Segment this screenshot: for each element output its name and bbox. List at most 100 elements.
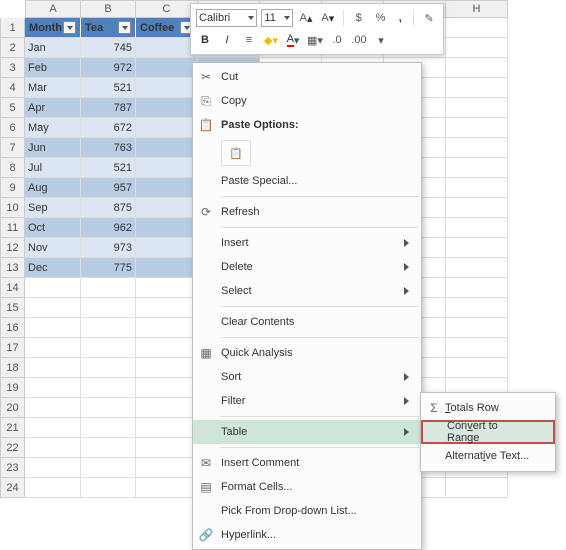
cell[interactable] bbox=[25, 298, 81, 318]
cell[interactable] bbox=[446, 278, 508, 298]
value-cell[interactable] bbox=[136, 218, 198, 238]
menu-delete[interactable]: Delete bbox=[193, 255, 421, 279]
row-header[interactable]: 22 bbox=[0, 438, 25, 458]
cell[interactable] bbox=[136, 278, 198, 298]
menu-format-cells[interactable]: ▤Format Cells... bbox=[193, 475, 421, 499]
decrease-font-icon[interactable]: A▾ bbox=[319, 9, 337, 27]
cell[interactable] bbox=[81, 398, 136, 418]
month-cell[interactable]: Jun bbox=[25, 138, 81, 158]
row-header[interactable]: 21 bbox=[0, 418, 25, 438]
paste-button[interactable]: 📋 bbox=[221, 140, 251, 166]
row-header[interactable]: 2 bbox=[0, 38, 25, 58]
cell[interactable] bbox=[136, 418, 198, 438]
cell[interactable] bbox=[25, 458, 81, 478]
font-select[interactable]: Calibri bbox=[196, 9, 257, 27]
bold-icon[interactable]: B bbox=[196, 31, 214, 49]
cell[interactable] bbox=[446, 118, 508, 138]
font-color-icon[interactable]: A▾ bbox=[284, 31, 302, 49]
font-size-select[interactable]: 11 bbox=[261, 9, 293, 27]
menu-quick-analysis[interactable]: ▦Quick Analysis bbox=[193, 341, 421, 365]
month-cell[interactable]: May bbox=[25, 118, 81, 138]
cell[interactable] bbox=[81, 378, 136, 398]
month-cell[interactable]: Aug bbox=[25, 178, 81, 198]
col-header[interactable]: C bbox=[136, 0, 198, 18]
value-cell[interactable] bbox=[136, 98, 198, 118]
cell[interactable] bbox=[81, 418, 136, 438]
cell[interactable] bbox=[446, 338, 508, 358]
cell[interactable] bbox=[446, 38, 508, 58]
cell[interactable] bbox=[25, 338, 81, 358]
month-cell[interactable]: Oct bbox=[25, 218, 81, 238]
value-cell[interactable]: 745 bbox=[81, 38, 136, 58]
menu-select[interactable]: Select bbox=[193, 279, 421, 303]
decimal-dec-icon[interactable]: .00 bbox=[350, 31, 368, 49]
row-header[interactable]: 7 bbox=[0, 138, 25, 158]
filter-dropdown-icon[interactable] bbox=[118, 21, 131, 34]
cell[interactable] bbox=[25, 378, 81, 398]
cell[interactable] bbox=[446, 218, 508, 238]
submenu-alt-text[interactable]: Alternative Text... bbox=[421, 444, 555, 468]
table-header[interactable]: Tea bbox=[81, 18, 136, 38]
menu-table[interactable]: Table bbox=[193, 420, 421, 444]
comma-icon[interactable]: , bbox=[393, 9, 407, 27]
cell[interactable] bbox=[446, 178, 508, 198]
cell[interactable] bbox=[136, 298, 198, 318]
cell[interactable] bbox=[81, 438, 136, 458]
value-cell[interactable]: 875 bbox=[81, 198, 136, 218]
menu-paste-special[interactable]: Paste Special... bbox=[193, 169, 421, 193]
merge-icon[interactable]: ▾ bbox=[372, 31, 390, 49]
cell[interactable] bbox=[136, 378, 198, 398]
cell[interactable] bbox=[81, 318, 136, 338]
value-cell[interactable] bbox=[136, 238, 198, 258]
col-header[interactable]: A bbox=[25, 0, 81, 18]
cell[interactable] bbox=[136, 318, 198, 338]
cell[interactable] bbox=[446, 58, 508, 78]
month-cell[interactable]: Dec bbox=[25, 258, 81, 278]
row-header[interactable]: 20 bbox=[0, 398, 25, 418]
row-header[interactable]: 12 bbox=[0, 238, 25, 258]
row-header[interactable]: 17 bbox=[0, 338, 25, 358]
menu-filter[interactable]: Filter bbox=[193, 389, 421, 413]
cell[interactable] bbox=[81, 358, 136, 378]
row-header[interactable]: 14 bbox=[0, 278, 25, 298]
row-header[interactable]: 4 bbox=[0, 78, 25, 98]
value-cell[interactable] bbox=[136, 158, 198, 178]
row-header[interactable]: 16 bbox=[0, 318, 25, 338]
row-header[interactable]: 3 bbox=[0, 58, 25, 78]
month-cell[interactable]: Feb bbox=[25, 58, 81, 78]
cell[interactable] bbox=[446, 98, 508, 118]
cell[interactable] bbox=[446, 478, 508, 498]
cell[interactable] bbox=[136, 438, 198, 458]
cell[interactable] bbox=[446, 78, 508, 98]
row-header[interactable]: 24 bbox=[0, 478, 25, 498]
format-painter-icon[interactable]: ✎ bbox=[420, 9, 438, 27]
menu-cut[interactable]: ✂Cut bbox=[193, 65, 421, 89]
value-cell[interactable] bbox=[136, 58, 198, 78]
value-cell[interactable] bbox=[136, 198, 198, 218]
col-header[interactable]: B bbox=[81, 0, 136, 18]
cell[interactable] bbox=[25, 478, 81, 498]
cell[interactable] bbox=[25, 278, 81, 298]
month-cell[interactable]: Jan bbox=[25, 38, 81, 58]
increase-font-icon[interactable]: A▴ bbox=[297, 9, 315, 27]
cell[interactable] bbox=[446, 298, 508, 318]
menu-insert-comment[interactable]: ✉Insert Comment bbox=[193, 451, 421, 475]
submenu-convert-to-range[interactable]: Convert to Range bbox=[421, 420, 555, 444]
row-header[interactable]: 10 bbox=[0, 198, 25, 218]
cell[interactable] bbox=[25, 318, 81, 338]
cell[interactable] bbox=[446, 158, 508, 178]
cell[interactable] bbox=[136, 358, 198, 378]
month-cell[interactable]: Apr bbox=[25, 98, 81, 118]
percent-icon[interactable]: % bbox=[372, 9, 390, 27]
value-cell[interactable] bbox=[136, 258, 198, 278]
cell[interactable] bbox=[446, 138, 508, 158]
value-cell[interactable]: 957 bbox=[81, 178, 136, 198]
value-cell[interactable]: 521 bbox=[81, 158, 136, 178]
value-cell[interactable]: 672 bbox=[81, 118, 136, 138]
value-cell[interactable]: 775 bbox=[81, 258, 136, 278]
fill-color-icon[interactable]: ◆▾ bbox=[262, 31, 280, 49]
value-cell[interactable] bbox=[136, 38, 198, 58]
row-header[interactable]: 15 bbox=[0, 298, 25, 318]
cell[interactable] bbox=[81, 478, 136, 498]
cell[interactable] bbox=[81, 298, 136, 318]
